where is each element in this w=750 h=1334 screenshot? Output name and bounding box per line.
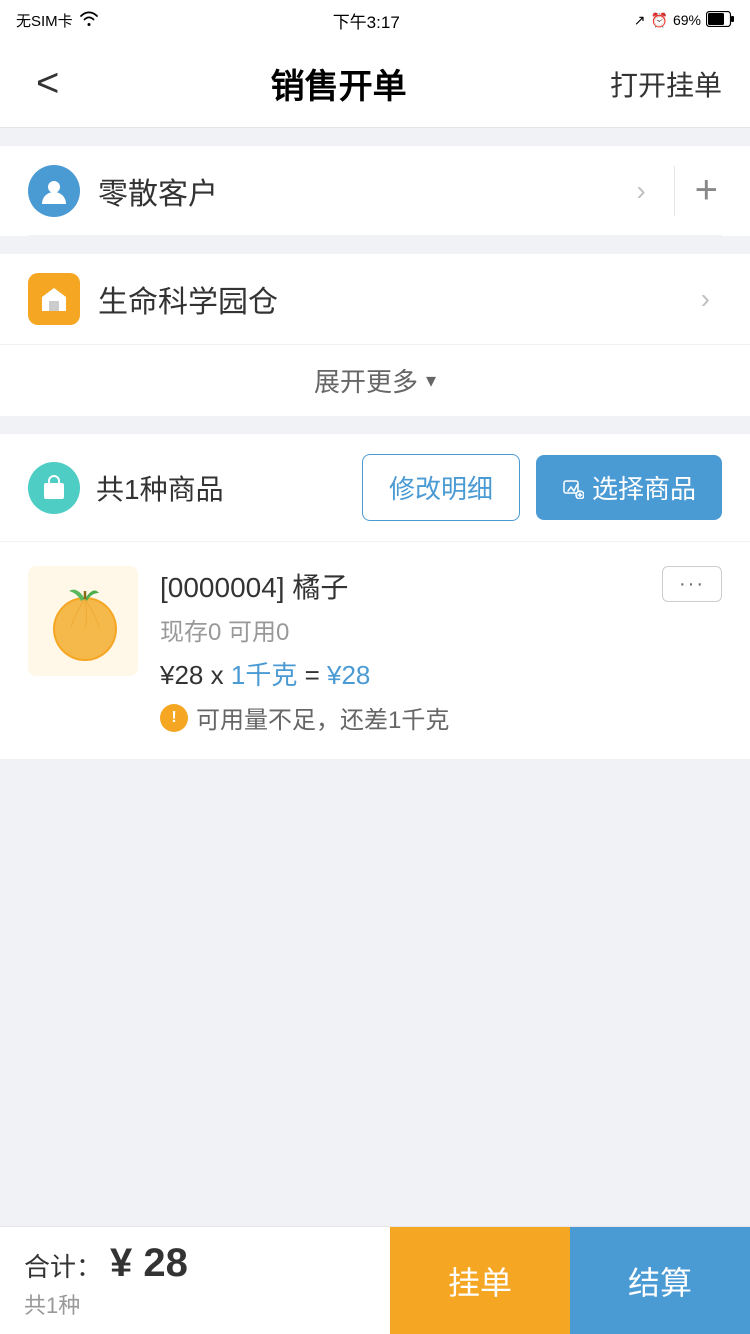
warehouse-name: 生命科学园仓 [98, 277, 701, 321]
status-left: 无SIM卡 [16, 10, 99, 31]
alarm-icon: ⏰ [651, 12, 668, 29]
total-sub: 共1种 [24, 1288, 366, 1320]
product-bag-icon [28, 462, 80, 514]
nav-bar: < 销售开单 打开挂单 [0, 40, 750, 128]
page-title: 销售开单 [271, 59, 407, 108]
product-title: [0000004] 橘子 [160, 566, 640, 606]
customer-section: 零散客户 › + [0, 146, 750, 236]
gray-fill-area [0, 759, 750, 1269]
product-header: 共1种商品 修改明细 选择商品 [0, 434, 750, 542]
product-stock: 现存0 可用0 [160, 612, 640, 647]
select-product-button[interactable]: 选择商品 [536, 455, 722, 520]
warning-text: 可用量不足，还差1千克 [196, 700, 449, 735]
product-qty: 1千克 [231, 660, 297, 690]
product-count-text: 共1种商品 [96, 468, 346, 508]
product-total: ¥28 [327, 660, 370, 690]
product-more-button[interactable]: ··· [662, 566, 722, 602]
select-product-label: 选择商品 [592, 469, 696, 506]
product-price-row: ¥28 x 1千克 = ¥28 [160, 655, 640, 692]
battery-percent: 69% [673, 12, 701, 28]
section-gap-1 [0, 128, 750, 146]
customer-avatar [28, 165, 80, 217]
product-info: [0000004] 橘子 现存0 可用0 ¥28 x 1千克 = ¥28 ! 可… [160, 566, 640, 735]
status-time: 下午3:17 [333, 8, 400, 33]
product-id: [0000004] [160, 572, 285, 603]
price-equals: = [305, 660, 327, 690]
status-right: ↗ ⏰ 69% [634, 11, 734, 30]
warning-row: ! 可用量不足，还差1千克 [160, 700, 640, 735]
total-amount: ¥ 28 [110, 1241, 188, 1286]
total-label-row: 合计： ¥ 28 [24, 1241, 366, 1286]
product-name: 橘子 [292, 572, 348, 603]
total-label: 合计： [24, 1247, 102, 1284]
warehouse-chevron-icon: › [701, 283, 710, 315]
edit-detail-button[interactable]: 修改明细 [362, 454, 520, 521]
customer-name: 零散客户 [98, 169, 636, 213]
wifi-icon [79, 10, 99, 30]
warehouse-row[interactable]: 生命科学园仓 › [28, 254, 722, 344]
open-hang-button[interactable]: 打开挂单 [610, 64, 722, 104]
total-section: 合计： ¥ 28 共1种 [0, 1227, 390, 1334]
warning-icon: ! [160, 704, 188, 732]
product-item: [0000004] 橘子 现存0 可用0 ¥28 x 1千克 = ¥28 ! 可… [0, 542, 750, 759]
divider [674, 166, 675, 216]
bottom-bar: 合计： ¥ 28 共1种 挂单 结算 [0, 1226, 750, 1334]
hang-button[interactable]: 挂单 [390, 1227, 570, 1334]
section-gap-2 [0, 236, 750, 254]
battery-icon [706, 11, 734, 30]
price-x: x [211, 660, 231, 690]
customer-chevron-icon: › [636, 175, 645, 207]
chevron-down-icon: ▾ [426, 368, 436, 393]
customer-row[interactable]: 零散客户 › + [28, 146, 722, 236]
location-icon: ↗ [634, 12, 646, 29]
checkout-button[interactable]: 结算 [570, 1227, 750, 1334]
carrier-text: 无SIM卡 [16, 10, 73, 31]
add-customer-button[interactable]: + [691, 168, 722, 213]
status-bar: 无SIM卡 下午3:17 ↗ ⏰ 69% [0, 0, 750, 40]
expand-more-row[interactable]: 展开更多 ▾ [0, 344, 750, 416]
back-button[interactable]: < [28, 53, 67, 114]
product-unit-price: ¥28 [160, 660, 203, 690]
warehouse-section: 生命科学园仓 › [0, 254, 750, 344]
expand-text: 展开更多 [314, 362, 418, 399]
warehouse-icon [28, 273, 80, 325]
section-gap-3 [0, 416, 750, 434]
product-image [28, 566, 138, 676]
